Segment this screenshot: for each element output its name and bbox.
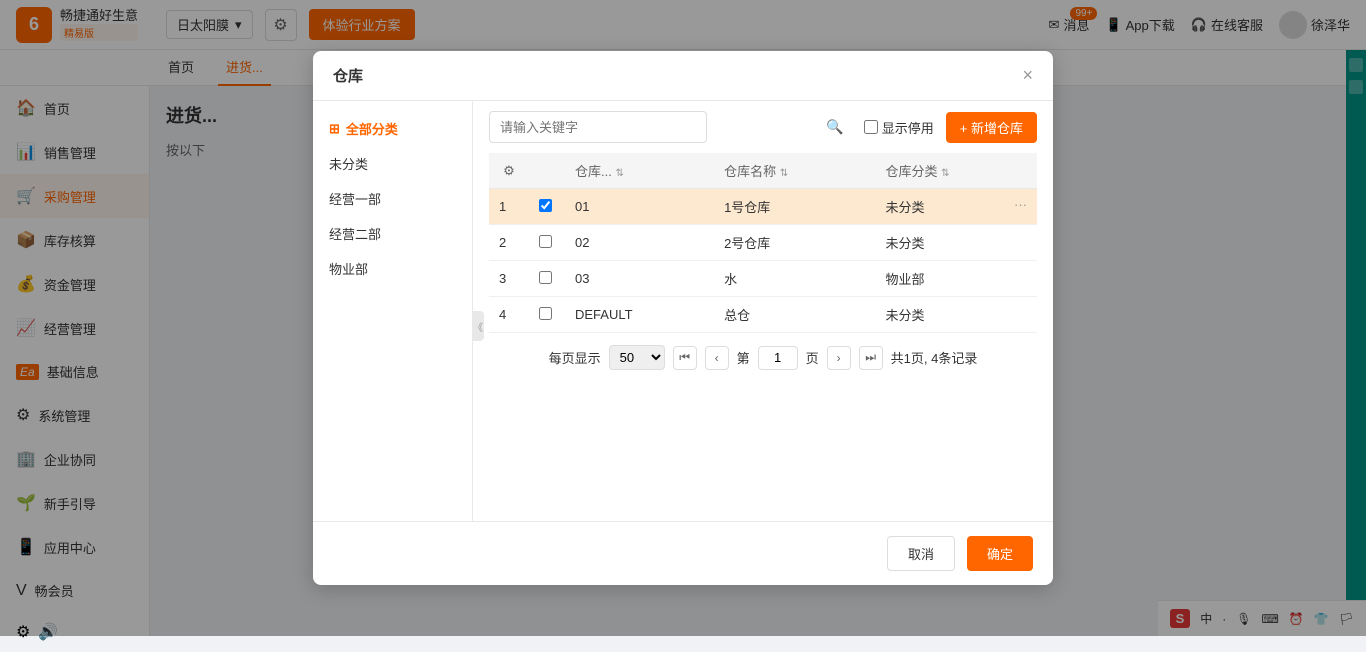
per-page-label: 每页显示 <box>549 348 601 367</box>
row-code: DEFAULT <box>565 297 714 333</box>
row-checkbox[interactable] <box>539 307 552 320</box>
table-row[interactable]: 3 03 水 物业部 <box>489 261 1037 297</box>
show-disabled-label[interactable]: 显示停用 <box>864 118 934 137</box>
row-checkbox-cell[interactable] <box>529 225 565 261</box>
modal-footer: 取消 确定 <box>313 521 1053 585</box>
total-info: 共1页, 4条记录 <box>891 348 978 367</box>
modal-title: 仓库 <box>333 65 363 86</box>
table-toolbar: 🔍 显示停用 + 新增仓库 <box>489 111 1037 143</box>
search-icon[interactable]: 🔍 <box>826 119 843 136</box>
col-code: 仓库... ⇅ <box>565 153 714 189</box>
row-index: 1 <box>489 189 529 225</box>
all-categories-item[interactable]: ⊞ 全部分类 <box>313 111 472 146</box>
category-item-dept1[interactable]: 经营一部 <box>313 181 472 216</box>
row-index: 4 <box>489 297 529 333</box>
row-category: 未分类 <box>876 225 1037 261</box>
cat-item-label: 经营二部 <box>329 227 381 242</box>
pagination: 每页显示 50 100 ⏮ ‹ 第 页 › ⏭ 共1页, 4条记录 <box>489 333 1037 382</box>
table-row[interactable]: 2 02 2号仓库 未分类 <box>489 225 1037 261</box>
show-disabled-checkbox[interactable] <box>864 120 878 134</box>
row-code: 03 <box>565 261 714 297</box>
first-page-button[interactable]: ⏮ <box>673 346 697 370</box>
category-panel: 《 ⊞ 全部分类 未分类 经营一部 经营二部 物业部 <box>313 101 473 521</box>
search-input[interactable] <box>489 111 707 143</box>
row-checkbox[interactable] <box>539 235 552 248</box>
warehouse-table: ⚙ 仓库... ⇅ 仓库名称 ⇅ 仓库分类 ⇅ 1 01 1号仓库 未分类 ··… <box>489 153 1037 333</box>
page-number-input[interactable] <box>758 346 798 370</box>
last-page-button[interactable]: ⏭ <box>859 346 883 370</box>
row-name: 水 <box>714 261 875 297</box>
all-categories-label: 全部分类 <box>346 119 398 138</box>
table-row[interactable]: 1 01 1号仓库 未分类 ··· <box>489 189 1037 225</box>
col-checkbox <box>529 153 565 189</box>
modal-body: 《 ⊞ 全部分类 未分类 经营一部 经营二部 物业部 <box>313 101 1053 521</box>
table-panel: 🔍 显示停用 + 新增仓库 ⚙ 仓库... ⇅ 仓库名称 ⇅ 仓库分类 ⇅ <box>473 101 1053 521</box>
modal-header: 仓库 × <box>313 51 1053 101</box>
category-item-dept2[interactable]: 经营二部 <box>313 216 472 251</box>
add-warehouse-button[interactable]: + 新增仓库 <box>946 112 1037 143</box>
col-gear: ⚙ <box>489 153 529 189</box>
row-checkbox-cell[interactable] <box>529 297 565 333</box>
col-name: 仓库名称 ⇅ <box>714 153 875 189</box>
per-page-select[interactable]: 50 100 <box>609 345 665 370</box>
page-unit: 页 <box>806 348 819 367</box>
row-name: 1号仓库 <box>714 189 875 225</box>
row-category: 未分类 ··· <box>876 189 1037 225</box>
page-label: 第 <box>737 348 750 367</box>
cancel-button[interactable]: 取消 <box>887 536 955 571</box>
category-item-property[interactable]: 物业部 <box>313 251 472 286</box>
row-checkbox-cell[interactable] <box>529 189 565 225</box>
row-code: 02 <box>565 225 714 261</box>
row-checkbox[interactable] <box>539 271 552 284</box>
cat-item-label: 物业部 <box>329 262 368 277</box>
search-wrap: 🔍 <box>489 111 852 143</box>
cat-item-label: 未分类 <box>329 157 368 172</box>
row-name: 2号仓库 <box>714 225 875 261</box>
row-category: 未分类 <box>876 297 1037 333</box>
col-category: 仓库分类 ⇅ <box>876 153 1037 189</box>
row-checkbox-cell[interactable] <box>529 261 565 297</box>
row-index: 3 <box>489 261 529 297</box>
table-row[interactable]: 4 DEFAULT 总仓 未分类 <box>489 297 1037 333</box>
row-category: 物业部 <box>876 261 1037 297</box>
prev-page-button[interactable]: ‹ <box>705 346 729 370</box>
row-name: 总仓 <box>714 297 875 333</box>
grid-icon: ⊞ <box>329 121 340 137</box>
row-code: 01 <box>565 189 714 225</box>
cat-item-label: 经营一部 <box>329 192 381 207</box>
row-checkbox[interactable] <box>539 199 552 212</box>
warehouse-modal: 仓库 × 《 ⊞ 全部分类 未分类 经营一部 经营二部 物业部 <box>313 51 1053 585</box>
category-item-unclassified[interactable]: 未分类 <box>313 146 472 181</box>
collapse-panel-button[interactable]: 《 <box>472 311 484 341</box>
next-page-button[interactable]: › <box>827 346 851 370</box>
modal-close-button[interactable]: × <box>1022 65 1033 86</box>
row-actions: ··· <box>1014 197 1027 212</box>
confirm-button[interactable]: 确定 <box>967 536 1033 571</box>
row-index: 2 <box>489 225 529 261</box>
